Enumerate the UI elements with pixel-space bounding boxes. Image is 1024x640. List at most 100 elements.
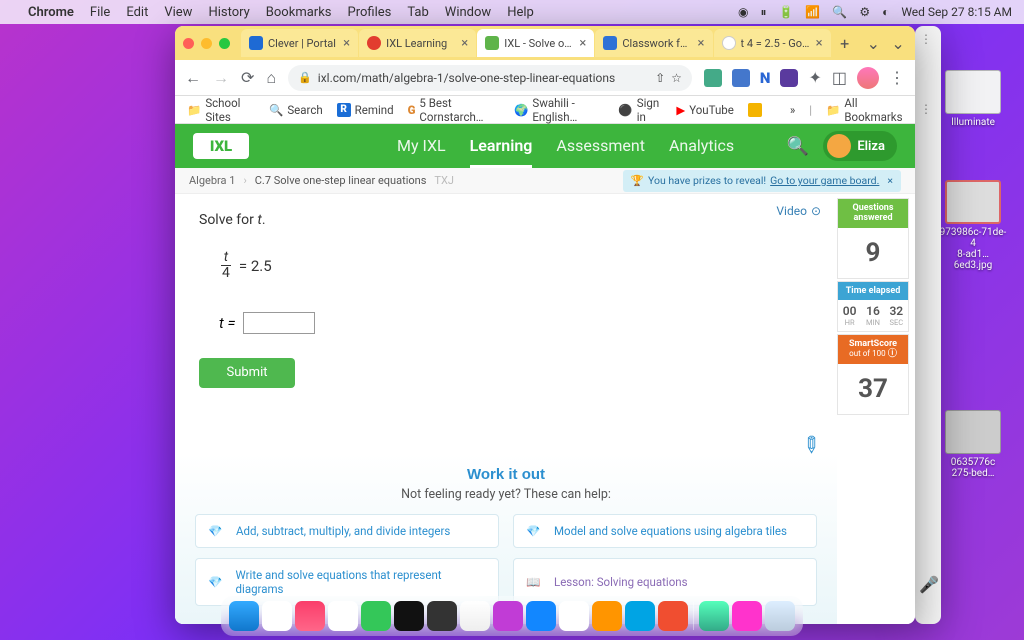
user-menu[interactable]: Eliza [823, 131, 897, 161]
menu-view[interactable]: View [164, 5, 192, 20]
status-search-icon[interactable]: 🔍 [832, 5, 847, 19]
status-control-icon[interactable]: ⚙ [859, 5, 870, 19]
close-icon[interactable]: × [579, 36, 586, 51]
tab-clever[interactable]: Clever | Portal× [241, 29, 358, 57]
menu-edit[interactable]: Edit [126, 5, 148, 20]
menu-profiles[interactable]: Profiles [348, 5, 392, 20]
forward-button[interactable]: → [213, 68, 229, 88]
chrome-menu-icon[interactable]: ⋮ [889, 68, 905, 87]
status-siri-icon[interactable]: ◐ [882, 5, 889, 19]
menu-bookmarks[interactable]: Bookmarks [266, 5, 332, 20]
dock-finder-icon[interactable] [229, 601, 259, 631]
ixl-search-icon[interactable]: 🔍 [787, 136, 809, 157]
minimize-window-icon[interactable] [201, 38, 212, 49]
help-card-tiles[interactable]: 💎Model and solve equations using algebra… [513, 514, 817, 548]
nav-learning[interactable]: Learning [470, 136, 533, 168]
close-icon[interactable]: × [816, 36, 823, 51]
extension-n-icon[interactable]: N [760, 69, 771, 87]
tab-ixl-solve[interactable]: IXL - Solve one-s× [477, 29, 594, 57]
nav-assessment[interactable]: Assessment [556, 136, 645, 156]
menu-tab[interactable]: Tab [407, 5, 428, 20]
menubar-app[interactable]: Chrome [28, 5, 74, 20]
tab-overflow-icon[interactable]: ⌄ [859, 34, 888, 53]
extension-icon[interactable] [732, 69, 750, 87]
desktop-icon-image1[interactable]: 973986c-71de-4 8-ad1…6ed3.jpg [938, 180, 1008, 271]
menu-help[interactable]: Help [507, 5, 534, 20]
dock-app-icon[interactable] [262, 601, 292, 631]
maximize-window-icon[interactable] [219, 38, 230, 49]
dock-music-icon[interactable] [295, 601, 325, 631]
dock-news-icon[interactable] [460, 601, 490, 631]
status-battery-icon[interactable]: 🔋 [778, 5, 793, 19]
dock-chrome-icon[interactable] [559, 601, 589, 631]
status-record-icon[interactable]: ◉ [738, 5, 748, 19]
menubar-datetime[interactable]: Wed Sep 27 8:15 AM [901, 5, 1012, 19]
menu-window[interactable]: Window [445, 5, 491, 20]
tab-search-icon[interactable]: ⌄ [889, 34, 907, 53]
sidepanel-icon[interactable]: ◫ [832, 68, 847, 87]
bookmark-swahili[interactable]: 🌍 Swahili - English… [514, 96, 604, 124]
menu-history[interactable]: History [208, 5, 249, 20]
dock-appstore-icon[interactable] [526, 601, 556, 631]
close-window-icon[interactable] [183, 38, 194, 49]
desktop-icon-illuminate[interactable]: Illuminate [938, 70, 1008, 128]
answer-input[interactable] [243, 312, 315, 334]
bookmark-school[interactable]: 📁 School Sites [187, 96, 255, 124]
bookmark-star-icon[interactable]: ☆ [671, 71, 682, 85]
extensions-puzzle-icon[interactable]: ✦ [808, 68, 821, 87]
bookmark-remind[interactable]: R Remind [337, 103, 394, 117]
bookmark-cornstarch[interactable]: G 5 Best Cornstarch… [408, 96, 500, 124]
bookmark-signin[interactable]: ⚫ Sign in [618, 96, 662, 124]
tab-google[interactable]: t 4 = 2.5 - Googl× [714, 29, 831, 57]
status-pause-icon[interactable]: ⏸ [760, 5, 766, 20]
dock-illustrator-icon[interactable] [592, 601, 622, 631]
bookmark-search[interactable]: 🔍 Search [269, 103, 323, 117]
tab-ixl-learning[interactable]: IXL Learning× [359, 29, 476, 57]
tab-strip: Clever | Portal× IXL Learning× IXL - Sol… [175, 26, 915, 60]
address-bar[interactable]: 🔒 ixl.com/math/algebra-1/solve-one-step-… [288, 65, 692, 91]
new-tab-button[interactable]: + [832, 34, 858, 53]
nav-analytics[interactable]: Analytics [669, 136, 734, 156]
nav-myixl[interactable]: My IXL [397, 136, 446, 156]
dock-photos-icon[interactable] [328, 601, 358, 631]
submit-button[interactable]: Submit [199, 358, 295, 388]
status-wifi-icon[interactable]: 📶 [805, 5, 820, 19]
close-icon[interactable]: × [887, 174, 893, 187]
ixl-logo[interactable]: IXL [193, 133, 249, 159]
all-bookmarks[interactable]: 📁 All Bookmarks [826, 96, 903, 124]
desktop-icon-image2[interactable]: 0635776c 275-bed… [938, 410, 1008, 479]
info-icon[interactable]: ⓘ [888, 349, 897, 359]
dock-downloads-icon[interactable] [699, 601, 729, 631]
menu-file[interactable]: File [90, 5, 110, 20]
dock-app-icon[interactable] [427, 601, 457, 631]
dock-messages-icon[interactable] [361, 601, 391, 631]
dock-app-icon[interactable] [658, 601, 688, 631]
reload-button[interactable]: ⟳ [241, 68, 254, 87]
dock-photoshop-icon[interactable] [625, 601, 655, 631]
home-button[interactable]: ⌂ [266, 68, 276, 88]
close-icon[interactable]: × [698, 36, 705, 51]
dock-trash-icon[interactable] [765, 601, 795, 631]
close-icon[interactable]: × [461, 36, 468, 51]
close-icon[interactable]: × [343, 36, 350, 51]
dock-podcasts-icon[interactable] [493, 601, 523, 631]
dock-folder-icon[interactable] [732, 601, 762, 631]
extension-icon[interactable] [704, 69, 722, 87]
bookmark-item[interactable] [748, 103, 762, 117]
workout-subtitle: Not feeling ready yet? These can help: [195, 487, 817, 502]
tab-classwork[interactable]: Classwork for Al× [595, 29, 712, 57]
bookmark-youtube[interactable]: ▶ YouTube [676, 103, 734, 117]
video-link[interactable]: Video ⊙ [776, 204, 821, 218]
bookmark-overflow-icon[interactable]: » [790, 103, 795, 117]
bookmark-bar: 📁 School Sites 🔍 Search R Remind G 5 Bes… [175, 96, 915, 124]
extension-icon[interactable] [780, 69, 798, 87]
prize-banner[interactable]: 🏆 You have prizes to reveal! Go to your … [623, 170, 901, 192]
mic-icon[interactable]: 🎤 [919, 575, 939, 594]
back-button[interactable]: ← [185, 68, 201, 88]
profile-avatar[interactable] [857, 67, 879, 89]
help-card-integers[interactable]: 💎Add, subtract, multiply, and divide int… [195, 514, 499, 548]
share-icon[interactable]: ⇧ [655, 71, 665, 85]
game-board-link[interactable]: Go to your game board. [770, 174, 879, 187]
breadcrumb-course[interactable]: Algebra 1 [189, 174, 235, 187]
dock-tv-icon[interactable] [394, 601, 424, 631]
